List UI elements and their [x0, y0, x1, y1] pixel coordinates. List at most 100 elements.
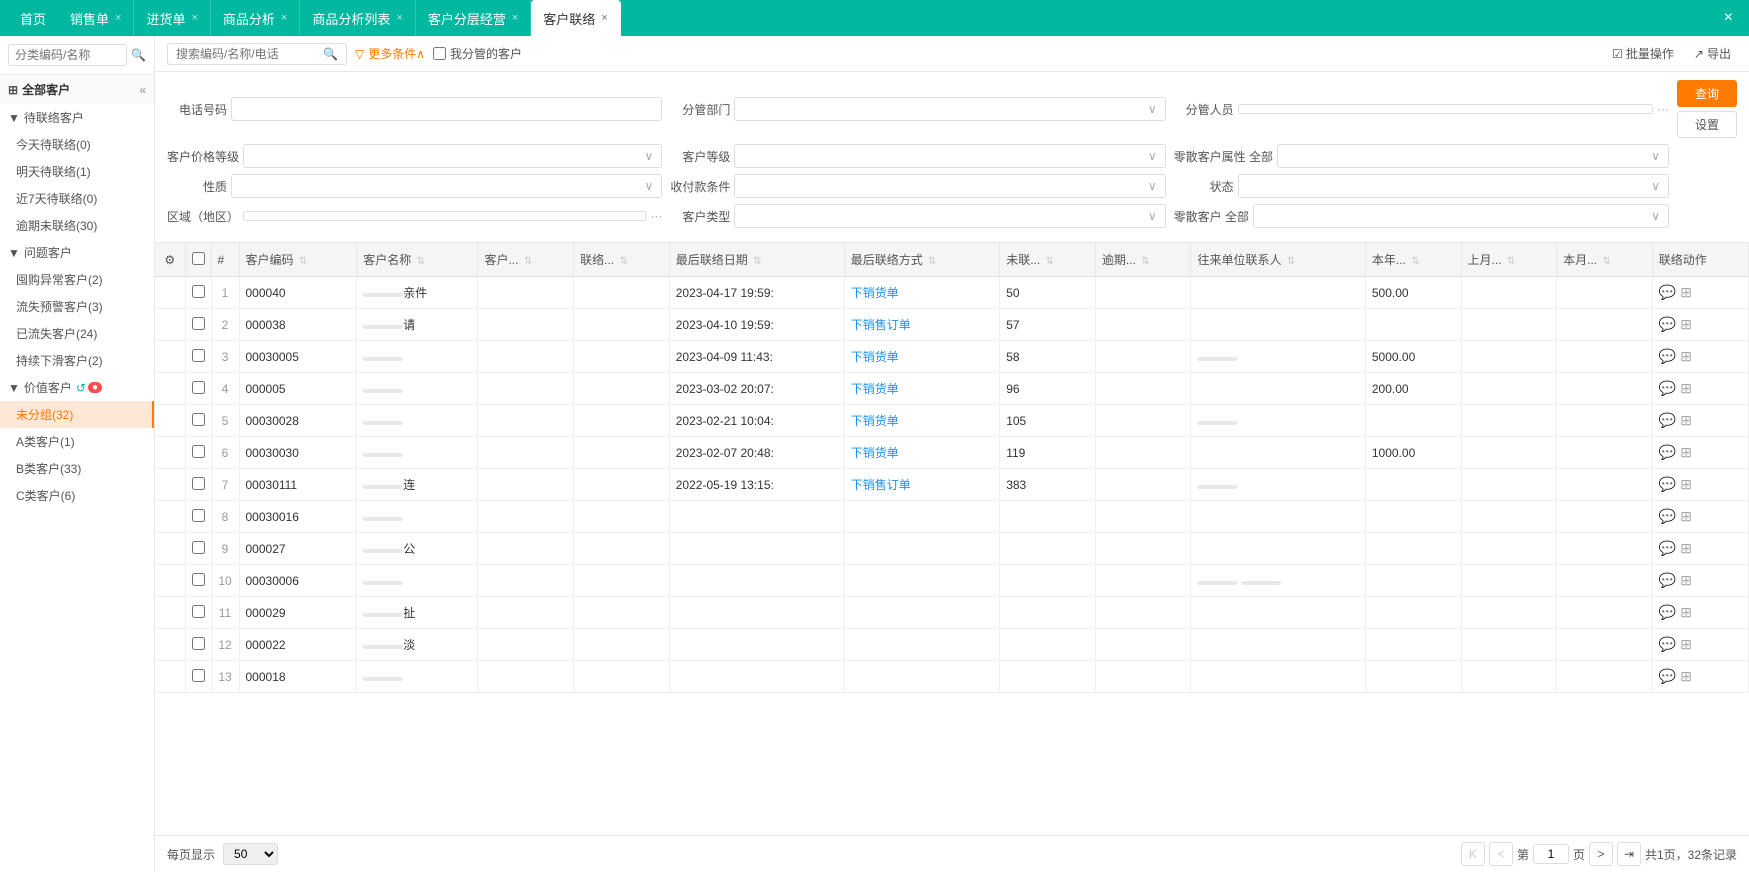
sidebar-search-input[interactable]	[8, 44, 127, 66]
action-grid-icon[interactable]: ⊞	[1680, 508, 1692, 525]
cell-checkbox[interactable]	[185, 277, 211, 309]
page-number-input[interactable]	[1533, 844, 1569, 864]
sidebar-item-churned[interactable]: 已流失客户(24)	[0, 320, 154, 347]
action-message-icon[interactable]: 💬	[1659, 412, 1676, 429]
col-uncontacted[interactable]: 未联... ⇅	[1000, 243, 1096, 277]
action-message-icon[interactable]: 💬	[1659, 636, 1676, 653]
cell-checkbox[interactable]	[185, 341, 211, 373]
reset-button[interactable]: 设置	[1677, 111, 1737, 138]
sidebar-group-pending[interactable]: ▼ 待联络客户	[0, 104, 154, 131]
prev-page-btn[interactable]: <	[1489, 842, 1513, 866]
row-checkbox[interactable]	[192, 541, 205, 554]
export-button[interactable]: ↗ 导出	[1688, 42, 1737, 65]
action-message-icon[interactable]: 💬	[1659, 508, 1676, 525]
action-grid-icon[interactable]: ⊞	[1680, 284, 1692, 301]
row-checkbox[interactable]	[192, 477, 205, 490]
last-method-link[interactable]: 下销售订单	[851, 318, 911, 332]
cust-level-select[interactable]: ∨	[734, 144, 1165, 168]
cell-checkbox[interactable]	[185, 565, 211, 597]
tab-sales[interactable]: 销售单 ×	[58, 0, 134, 36]
next-page-btn[interactable]: >	[1589, 842, 1613, 866]
cell-checkbox[interactable]	[185, 437, 211, 469]
cell-checkbox[interactable]	[185, 501, 211, 533]
row-checkbox[interactable]	[192, 349, 205, 362]
tab-customer-contact-close[interactable]: ×	[601, 12, 607, 24]
value-refresh-icon[interactable]: ↺	[76, 381, 86, 395]
action-grid-icon[interactable]: ⊞	[1680, 604, 1692, 621]
manager-select[interactable]	[1238, 104, 1653, 114]
action-grid-icon[interactable]: ⊞	[1680, 572, 1692, 589]
tab-purchase[interactable]: 进货单 ×	[134, 0, 210, 36]
select-all-checkbox[interactable]	[192, 252, 205, 265]
col-cat[interactable]: 客户... ⇅	[478, 243, 574, 277]
query-button[interactable]: 查询	[1677, 80, 1737, 107]
last-method-link[interactable]: 下销货单	[851, 446, 899, 460]
last-method-link[interactable]: 下销货单	[851, 286, 899, 300]
action-message-icon[interactable]: 💬	[1659, 444, 1676, 461]
action-message-icon[interactable]: 💬	[1659, 316, 1676, 333]
row-checkbox[interactable]	[192, 317, 205, 330]
cell-checkbox[interactable]	[185, 661, 211, 693]
action-grid-icon[interactable]: ⊞	[1680, 540, 1692, 557]
home-tab[interactable]: 首页	[8, 9, 58, 28]
sidebar-item-ungroup[interactable]: 未分组(32)	[0, 401, 154, 428]
sidebar-item-declining[interactable]: 持续下滑客户(2)	[0, 347, 154, 374]
retail-attr-select[interactable]: ∨	[1277, 144, 1669, 168]
sidebar-item-churn-warn[interactable]: 流失预警客户(3)	[0, 293, 154, 320]
sidebar-item-classA[interactable]: A类客户(1)	[0, 428, 154, 455]
first-page-btn[interactable]: K	[1461, 842, 1485, 866]
cell-checkbox[interactable]	[185, 533, 211, 565]
sidebar-all-customers[interactable]: ⊞ 全部客户 «	[0, 75, 154, 104]
action-grid-icon[interactable]: ⊞	[1680, 348, 1692, 365]
row-checkbox[interactable]	[192, 605, 205, 618]
sidebar-item-classC[interactable]: C类客户(6)	[0, 482, 154, 509]
action-grid-icon[interactable]: ⊞	[1680, 668, 1692, 685]
col-code[interactable]: 客户编码 ⇅	[239, 243, 357, 277]
tab-customer-contact[interactable]: 客户联络 ×	[531, 0, 620, 36]
col-associate[interactable]: 往来单位联系人 ⇅	[1191, 243, 1365, 277]
action-grid-icon[interactable]: ⊞	[1680, 316, 1692, 333]
action-grid-icon[interactable]: ⊞	[1680, 476, 1692, 493]
last-method-link[interactable]: 下销货单	[851, 382, 899, 396]
col-last-month[interactable]: 上月... ⇅	[1461, 243, 1557, 277]
payment-select[interactable]: ∨	[734, 174, 1165, 198]
tab-product-analysis[interactable]: 商品分析 ×	[211, 0, 300, 36]
action-message-icon[interactable]: 💬	[1659, 572, 1676, 589]
dept-select[interactable]: ∨	[734, 97, 1165, 121]
region-select[interactable]	[243, 211, 646, 221]
action-message-icon[interactable]: 💬	[1659, 380, 1676, 397]
cell-checkbox[interactable]	[185, 469, 211, 501]
action-message-icon[interactable]: 💬	[1659, 604, 1676, 621]
row-checkbox[interactable]	[192, 637, 205, 650]
sidebar-item-overdue[interactable]: 逾期未联络(30)	[0, 212, 154, 239]
cell-checkbox[interactable]	[185, 373, 211, 405]
batch-ops-button[interactable]: ☑ 批量操作	[1606, 42, 1680, 65]
tab-product-analysis-close[interactable]: ×	[281, 12, 287, 24]
cell-checkbox[interactable]	[185, 629, 211, 661]
action-message-icon[interactable]: 💬	[1659, 476, 1676, 493]
sidebar-group-problem[interactable]: ▼ 问题客户	[0, 239, 154, 266]
tab-sales-close[interactable]: ×	[115, 12, 121, 24]
cell-checkbox[interactable]	[185, 597, 211, 629]
last-method-link[interactable]: 下销售订单	[851, 478, 911, 492]
tab-customer-segment[interactable]: 客户分层经营 ×	[416, 0, 531, 36]
col-this-year[interactable]: 本年... ⇅	[1365, 243, 1461, 277]
cell-checkbox[interactable]	[185, 405, 211, 437]
region-more-icon[interactable]: ···	[650, 209, 662, 223]
status-select[interactable]: ∨	[1238, 174, 1669, 198]
action-grid-icon[interactable]: ⊞	[1680, 444, 1692, 461]
row-checkbox[interactable]	[192, 445, 205, 458]
sidebar-group-value[interactable]: ▼ 价值客户 ↺ ●	[0, 374, 154, 401]
tab-product-list-close[interactable]: ×	[396, 12, 402, 24]
cell-checkbox[interactable]	[185, 309, 211, 341]
price-level-select[interactable]: ∨	[243, 144, 662, 168]
phone-input[interactable]	[231, 97, 662, 121]
last-method-link[interactable]: 下销货单	[851, 414, 899, 428]
my-customers-checkbox-area[interactable]: 我分管的客户	[433, 45, 522, 62]
col-checkbox[interactable]	[185, 243, 211, 277]
tab-product-list[interactable]: 商品分析列表 ×	[300, 0, 415, 36]
sidebar-item-hoard[interactable]: 囤购异常客户(2)	[0, 266, 154, 293]
col-name[interactable]: 客户名称 ⇅	[357, 243, 478, 277]
row-checkbox[interactable]	[192, 509, 205, 522]
col-last-method[interactable]: 最后联络方式 ⇅	[844, 243, 999, 277]
